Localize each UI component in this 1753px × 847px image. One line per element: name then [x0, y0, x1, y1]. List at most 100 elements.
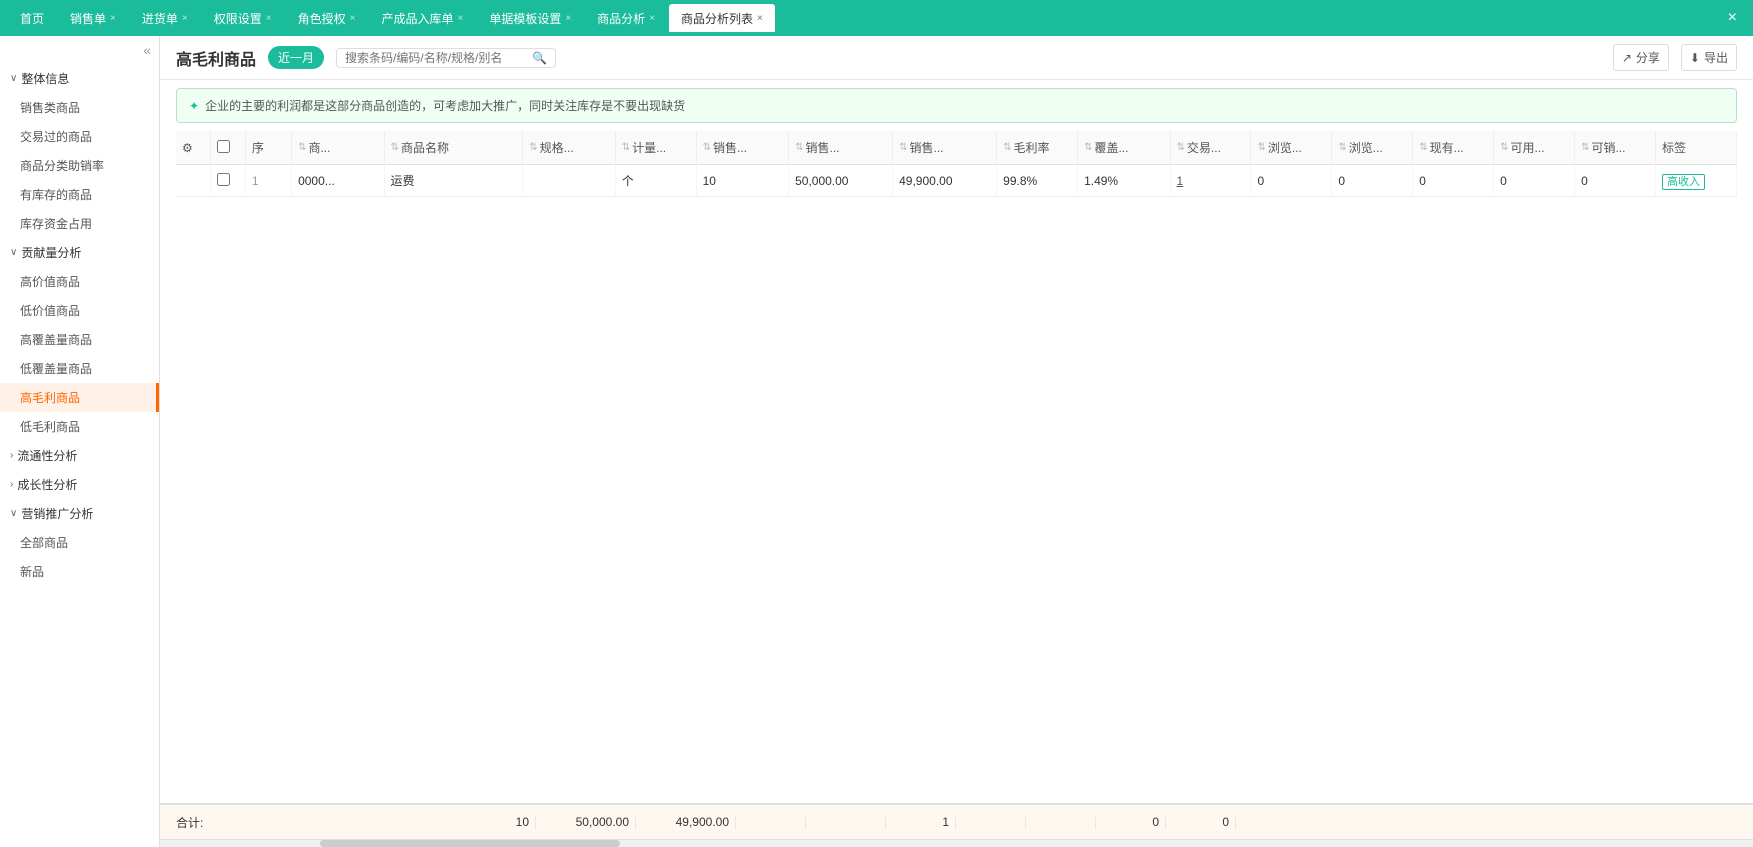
top-navigation: 首页 销售单 × 进货单 × 权限设置 × 角色授权 × 产成品入库单 × 单据…	[0, 0, 1753, 36]
sidebar-collapse-button[interactable]: «	[143, 42, 151, 58]
col-view2[interactable]: ⇅ 浏览...	[1332, 131, 1413, 165]
footer-margin	[736, 815, 806, 829]
col-coverage[interactable]: ⇅ 覆盖...	[1078, 131, 1170, 165]
search-icon[interactable]: 🔍	[532, 51, 547, 65]
col-unit[interactable]: ⇅ 计量...	[615, 131, 696, 165]
filter-recent-month-button[interactable]: 近一月	[268, 46, 324, 69]
sidebar-group-liquidity[interactable]: › 流通性分析	[0, 441, 159, 470]
sidebar-group-marketing[interactable]: ∨ 营销推广分析	[0, 499, 159, 528]
nav-production[interactable]: 产成品入库单 ×	[369, 4, 475, 32]
nav-production-close[interactable]: ×	[457, 13, 463, 24]
col-available[interactable]: ⇅ 可用...	[1494, 131, 1575, 165]
col-sale3[interactable]: ⇅ 销售...	[893, 131, 997, 165]
share-label: 分享	[1636, 49, 1660, 66]
sort-icon-available: ⇅	[1500, 142, 1508, 153]
sidebar-item-stock-capital[interactable]: 库存资金占用	[0, 209, 159, 238]
row-trade-link[interactable]: 1	[1177, 174, 1184, 188]
nav-analysis[interactable]: 商品分析 ×	[585, 4, 667, 32]
nav-permissions-close[interactable]: ×	[266, 13, 272, 24]
nav-permissions[interactable]: 权限设置 ×	[202, 4, 284, 32]
row-unit: 个	[615, 165, 696, 197]
sidebar-item-traded[interactable]: 交易过的商品	[0, 122, 159, 151]
search-input[interactable]	[345, 51, 528, 65]
sidebar-item-all-products[interactable]: 全部商品	[0, 528, 159, 557]
sidebar-item-low-margin[interactable]: 低毛利商品	[0, 412, 159, 441]
sort-icon-sale1: ⇅	[703, 142, 711, 153]
sort-icon-trade: ⇅	[1177, 142, 1185, 153]
row-coverage: 1.49%	[1078, 165, 1170, 197]
row-name: 运费	[384, 165, 523, 197]
col-margin[interactable]: ⇅ 毛利率	[997, 131, 1078, 165]
export-icon: ⬇	[1690, 51, 1700, 65]
nav-home[interactable]: 首页	[8, 4, 56, 32]
sort-icon-current: ⇅	[1419, 142, 1427, 153]
share-button[interactable]: ↗ 分享	[1613, 44, 1669, 71]
nav-purchase-label: 进货单	[142, 10, 178, 27]
sidebar-item-category-rate[interactable]: 商品分类助销率	[0, 151, 159, 180]
col-current[interactable]: ⇅ 现有...	[1413, 131, 1494, 165]
sidebar-item-sales-products[interactable]: 销售类商品	[0, 93, 159, 122]
nav-sales-order[interactable]: 销售单 ×	[58, 4, 128, 32]
col-name[interactable]: ⇅ 商品名称	[384, 131, 523, 165]
row-checkbox[interactable]	[217, 173, 230, 186]
sidebar-item-in-stock[interactable]: 有库存的商品	[0, 180, 159, 209]
sidebar-item-low-coverage[interactable]: 低覆盖量商品	[0, 354, 159, 383]
col-trade[interactable]: ⇅ 交易...	[1170, 131, 1251, 165]
chevron-down-icon: ∨	[10, 73, 17, 84]
nav-analysis-list-close[interactable]: ×	[757, 13, 763, 24]
sidebar-group-marketing-label: 营销推广分析	[21, 505, 93, 522]
row-sale1: 10	[696, 165, 788, 197]
nav-sales-close[interactable]: ×	[110, 13, 116, 24]
settings-icon[interactable]: ⚙	[182, 141, 193, 155]
row-settings-cell	[176, 165, 211, 197]
col-view1[interactable]: ⇅ 浏览...	[1251, 131, 1332, 165]
sidebar: « ∨ 整体信息 销售类商品 交易过的商品 商品分类助销率 有库存的商品 库存资…	[0, 36, 160, 847]
window-close-button[interactable]: ×	[1720, 9, 1745, 27]
sidebar-item-new-products[interactable]: 新品	[0, 557, 159, 586]
chevron-right-icon: ›	[10, 450, 13, 461]
sidebar-group-overall-label: 整体信息	[21, 70, 69, 87]
sort-icon-margin: ⇅	[1003, 142, 1011, 153]
sidebar-item-high-margin[interactable]: 高毛利商品	[0, 383, 159, 412]
table-row: 1 0000... 运费 个 10 50,000.00 49,900.00 99…	[176, 165, 1737, 197]
nav-roles-label: 角色授权	[298, 10, 346, 27]
row-trade: 1	[1170, 165, 1251, 197]
chevron-right-icon-2: ›	[10, 479, 13, 490]
nav-template-close[interactable]: ×	[565, 13, 571, 24]
col-sale2[interactable]: ⇅ 销售...	[789, 131, 893, 165]
sidebar-group-contribution[interactable]: ∨ 贡献量分析	[0, 238, 159, 267]
select-all-checkbox[interactable]	[217, 140, 230, 153]
footer-sale1: 10	[456, 815, 536, 829]
content-area: 高毛利商品 近一月 🔍 ↗ 分享 ⬇ 导出 ✦ 企业的主要的利润都是这部分商品创…	[160, 36, 1753, 847]
nav-roles-close[interactable]: ×	[350, 13, 356, 24]
col-code[interactable]: ⇅ 商...	[292, 131, 384, 165]
col-spec[interactable]: ⇅ 规格...	[523, 131, 615, 165]
footer-view2	[1026, 815, 1096, 829]
nav-roles[interactable]: 角色授权 ×	[286, 4, 368, 32]
sidebar-item-low-value[interactable]: 低价值商品	[0, 296, 159, 325]
col-settings[interactable]: ⚙	[176, 131, 211, 165]
sort-icon-name: ⇅	[391, 142, 399, 153]
nav-permissions-label: 权限设置	[214, 10, 262, 27]
row-code[interactable]: 0000...	[292, 165, 384, 197]
footer-current: 0	[1096, 815, 1166, 829]
products-table: ⚙ 序 ⇅ 商...	[176, 131, 1737, 197]
scrollbar-thumb[interactable]	[320, 840, 620, 847]
nav-purchase[interactable]: 进货单 ×	[130, 4, 200, 32]
row-available: 0	[1494, 165, 1575, 197]
sort-icon-unit: ⇅	[622, 142, 630, 153]
nav-purchase-close[interactable]: ×	[182, 13, 188, 24]
nav-analysis-close[interactable]: ×	[649, 13, 655, 24]
sidebar-group-growth[interactable]: › 成长性分析	[0, 470, 159, 499]
col-sellable[interactable]: ⇅ 可销...	[1575, 131, 1656, 165]
sidebar-item-high-value[interactable]: 高价值商品	[0, 267, 159, 296]
nav-template[interactable]: 单据模板设置 ×	[477, 4, 583, 32]
export-button[interactable]: ⬇ 导出	[1681, 44, 1737, 71]
bottom-scrollbar[interactable]	[160, 839, 1753, 847]
sidebar-item-high-coverage[interactable]: 高覆盖量商品	[0, 325, 159, 354]
sidebar-group-overall[interactable]: ∨ 整体信息	[0, 64, 159, 93]
export-label: 导出	[1704, 49, 1728, 66]
content-header: 高毛利商品 近一月 🔍 ↗ 分享 ⬇ 导出	[160, 36, 1753, 80]
nav-analysis-list[interactable]: 商品分析列表 ×	[669, 4, 775, 32]
col-sale1[interactable]: ⇅ 销售...	[696, 131, 788, 165]
